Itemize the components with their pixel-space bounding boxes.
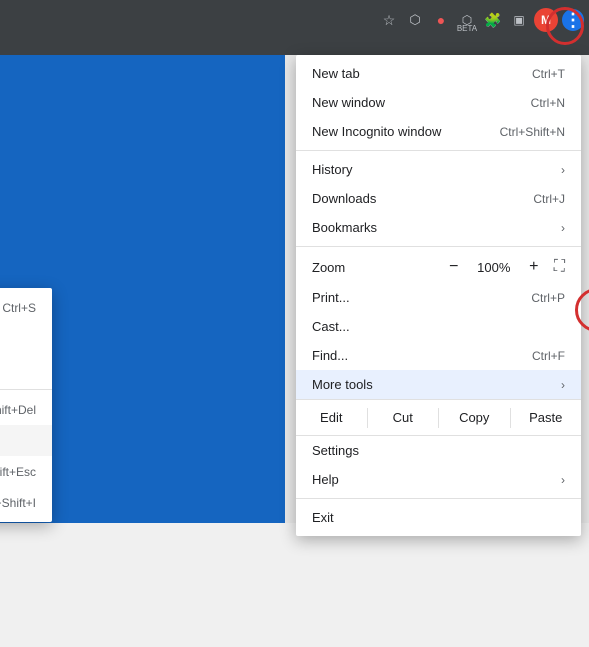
star-icon[interactable]: ☆ [378, 9, 400, 31]
zoom-control-row: Zoom − 100% + ⛶ [296, 251, 581, 283]
menu-item-help[interactable]: Help › [296, 465, 581, 494]
separator-3 [296, 498, 581, 499]
submenu-separator-1 [0, 389, 52, 390]
zoom-out-button[interactable]: − [442, 255, 466, 279]
submenu-item-create-shortcut[interactable]: Create shortcut... [0, 323, 52, 354]
menu-item-history-label: History [312, 162, 352, 177]
zoom-controls: − 100% + ⛶ [442, 255, 565, 279]
menu-item-find-label: Find... [312, 348, 348, 363]
history-arrow-icon: › [561, 163, 565, 177]
edit-control-row: Edit Cut Copy Paste [296, 399, 581, 436]
menu-item-history[interactable]: History › [296, 155, 581, 184]
copy-button[interactable]: Copy [439, 405, 510, 430]
toolbar-icons: ☆ ⬡ ● ⬡ BETA 🧩 ▣ M ⋮ [378, 8, 584, 32]
more-tools-arrow-icon: › [561, 378, 565, 392]
menu-item-print-label: Print... [312, 290, 350, 305]
submenu-developer-tools-shortcut: Ctrl+Shift+I [0, 496, 36, 510]
submenu-item-save-page[interactable]: Save page as... Ctrl+S [0, 292, 52, 323]
menu-item-bookmarks-label: Bookmarks [312, 220, 377, 235]
menu-item-cast[interactable]: Cast... [296, 312, 581, 341]
edit-button[interactable]: Edit [296, 405, 367, 430]
submenu-item-developer-tools[interactable]: Developer tools Ctrl+Shift+I [0, 487, 52, 518]
submenu-item-clear-browsing[interactable]: Clear browsing data... Ctrl+Shift+Del [0, 394, 52, 425]
extension-icon[interactable]: ⬡ [404, 9, 426, 31]
more-tools-submenu: Save page as... Ctrl+S Create shortcut..… [0, 288, 52, 522]
submenu-clear-browsing-shortcut: Ctrl+Shift+Del [0, 403, 36, 417]
three-dots-menu-button[interactable]: ⋮ [562, 9, 584, 31]
menu-item-downloads-label: Downloads [312, 191, 376, 206]
menu-item-new-window-label: New window [312, 95, 385, 110]
menu-item-bookmarks[interactable]: Bookmarks › [296, 213, 581, 242]
profile-avatar[interactable]: M [534, 8, 558, 32]
bookmarks-arrow-icon: › [561, 221, 565, 235]
fullscreen-icon[interactable]: ⛶ [554, 258, 565, 276]
menu-item-incognito-shortcut: Ctrl+Shift+N [500, 125, 565, 139]
menu-item-print-shortcut: Ctrl+P [531, 291, 565, 305]
zoom-label: Zoom [312, 260, 345, 275]
menu-item-incognito[interactable]: New Incognito window Ctrl+Shift+N [296, 117, 581, 146]
zoom-in-button[interactable]: + [522, 255, 546, 279]
submenu-item-task-manager[interactable]: Task manager Shift+Esc [0, 456, 52, 487]
menu-item-more-tools[interactable]: More tools › [296, 370, 581, 399]
submenu-item-extensions[interactable]: Extensions [0, 425, 52, 456]
separator-2 [296, 246, 581, 247]
menu-item-more-tools-label: More tools [312, 377, 373, 392]
page-content: New tab Ctrl+T New window Ctrl+N New Inc… [0, 55, 589, 523]
menu-item-find-shortcut: Ctrl+F [532, 349, 565, 363]
beta-ext-icon[interactable]: ⬡ BETA [456, 9, 478, 31]
zoom-value-display: 100% [474, 260, 514, 275]
menu-item-settings[interactable]: Settings [296, 436, 581, 465]
menu-item-exit[interactable]: Exit [296, 503, 581, 532]
cast-icon[interactable]: ● [430, 9, 452, 31]
menu-item-downloads-shortcut: Ctrl+J [533, 192, 565, 206]
separator-1 [296, 150, 581, 151]
square-icon[interactable]: ▣ [508, 9, 530, 31]
paste-button[interactable]: Paste [511, 405, 582, 430]
puzzle-icon[interactable]: 🧩 [482, 9, 504, 31]
submenu-task-manager-shortcut: Shift+Esc [0, 465, 36, 479]
menu-item-new-tab-shortcut: Ctrl+T [532, 67, 565, 81]
menu-item-help-label: Help [312, 472, 339, 487]
submenu-save-page-shortcut: Ctrl+S [2, 301, 36, 315]
beta-label: BETA [456, 24, 478, 33]
main-context-menu: New tab Ctrl+T New window Ctrl+N New Inc… [296, 55, 581, 536]
menu-item-new-window[interactable]: New window Ctrl+N [296, 88, 581, 117]
menu-item-incognito-label: New Incognito window [312, 124, 441, 139]
menu-item-new-tab-label: New tab [312, 66, 360, 81]
help-arrow-icon: › [561, 473, 565, 487]
cut-button[interactable]: Cut [368, 405, 439, 430]
browser-chrome: ☆ ⬡ ● ⬡ BETA 🧩 ▣ M ⋮ [0, 0, 589, 55]
menu-item-new-window-shortcut: Ctrl+N [531, 96, 565, 110]
menu-btn-wrapper: ⋮ [562, 9, 584, 31]
menu-item-find[interactable]: Find... Ctrl+F [296, 341, 581, 370]
menu-item-print[interactable]: Print... Ctrl+P [296, 283, 581, 312]
menu-item-settings-label: Settings [312, 443, 359, 458]
submenu-item-name-window[interactable]: Name window... [0, 354, 52, 385]
menu-item-new-tab[interactable]: New tab Ctrl+T [296, 59, 581, 88]
menu-item-downloads[interactable]: Downloads Ctrl+J [296, 184, 581, 213]
menu-item-cast-label: Cast... [312, 319, 350, 334]
